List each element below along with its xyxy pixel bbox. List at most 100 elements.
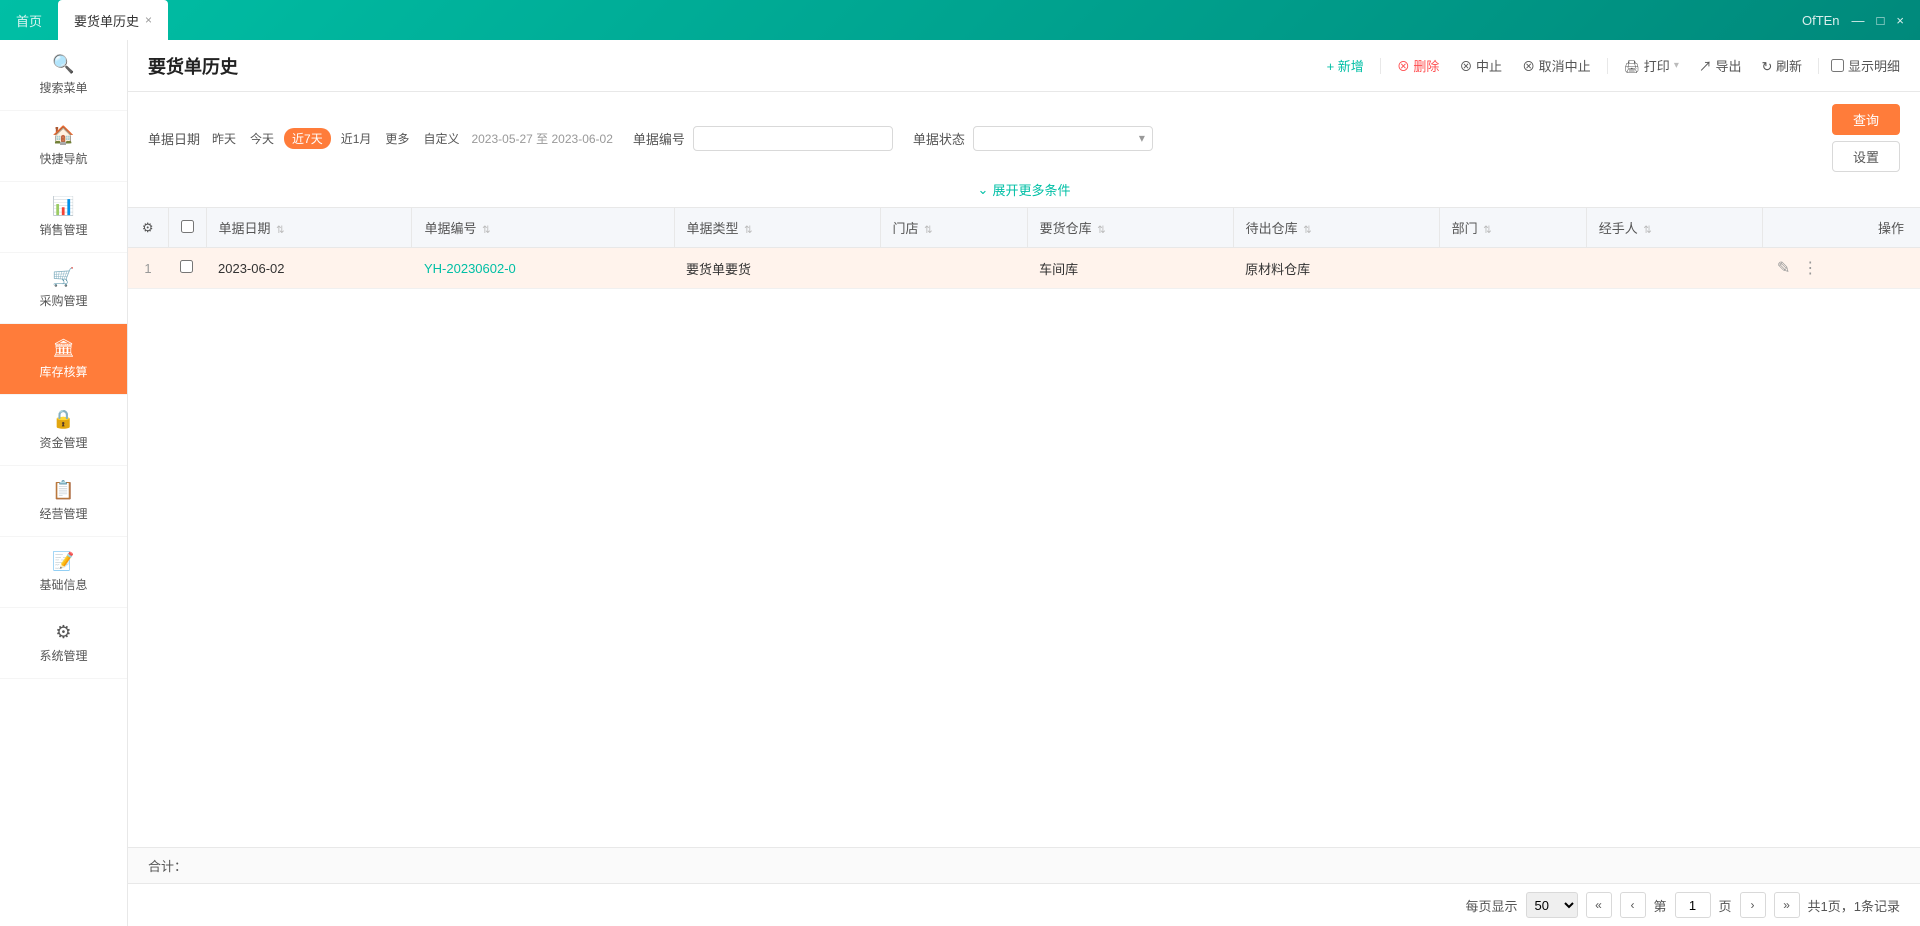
col-store[interactable]: 门店 ⇅ bbox=[880, 208, 1027, 248]
data-table: ⚙ 单据日期 ⇅ 单据编号 ⇅ bbox=[128, 208, 1920, 289]
col-dept[interactable]: 部门 ⇅ bbox=[1439, 208, 1586, 248]
table-body: 1 2023-06-02 YH-20230602-0 要货单要货 车间库 原材料… bbox=[128, 248, 1920, 289]
delete-button[interactable]: ⊗ 删除 bbox=[1393, 52, 1444, 79]
new-button-label: + 新增 bbox=[1327, 56, 1364, 75]
tab-home-label: 首页 bbox=[16, 11, 42, 30]
settings-button[interactable]: 设置 bbox=[1832, 141, 1900, 172]
sidebar-item-basic-info-label: 基础信息 bbox=[39, 576, 87, 593]
doc-num-filter-group: 单据编号 bbox=[633, 126, 893, 151]
sidebar-item-system[interactable]: ⚙ 系统管理 bbox=[0, 608, 127, 679]
stop-button[interactable]: ⊗ 中止 bbox=[1455, 52, 1506, 79]
status-filter-group: 单据状态 bbox=[913, 126, 1153, 151]
operations-icon: 📋 bbox=[52, 480, 74, 501]
col-gear[interactable]: ⚙ bbox=[128, 208, 168, 248]
window-restore-icon[interactable]: □ bbox=[1877, 13, 1885, 28]
toolbar: + 新增 ⊗ 删除 ⊗ 中止 ⊗ 取消中止 🖨 打印 ▾ ↗ bbox=[1323, 52, 1900, 79]
table-header: ⚙ 单据日期 ⇅ 单据编号 ⇅ bbox=[128, 208, 1920, 248]
toolbar-divider-1 bbox=[1380, 58, 1381, 74]
first-page-button[interactable]: « bbox=[1586, 892, 1612, 918]
tab-home[interactable]: 首页 bbox=[0, 0, 58, 40]
tab-order-history[interactable]: 要货单历史 × bbox=[58, 0, 168, 40]
refresh-button-label: ↻ 刷新 bbox=[1761, 56, 1802, 75]
show-detail-checkbox[interactable] bbox=[1831, 59, 1844, 72]
date-shortcut-7days[interactable]: 近7天 bbox=[284, 128, 331, 149]
row-req-warehouse: 车间库 bbox=[1027, 248, 1233, 289]
sidebar-item-sales[interactable]: 📊 销售管理 bbox=[0, 182, 127, 253]
top-bar-right: OfTEn — □ × bbox=[1802, 13, 1920, 28]
date-shortcut-1month[interactable]: 近1月 bbox=[337, 128, 376, 149]
query-button[interactable]: 查询 bbox=[1832, 104, 1900, 135]
row-num: 1 bbox=[128, 248, 168, 289]
sidebar-item-search-menu[interactable]: 🔍 搜索菜单 bbox=[0, 40, 127, 111]
show-detail-checkbox-wrapper[interactable]: 显示明细 bbox=[1831, 56, 1900, 75]
sidebar-item-purchase[interactable]: 🛒 采购管理 bbox=[0, 253, 127, 324]
date-range-display: 2023-05-27 至 2023-06-02 bbox=[471, 130, 612, 147]
sort-doc-date-icon: ⇅ bbox=[276, 225, 284, 236]
doc-num-link[interactable]: YH-20230602-0 bbox=[424, 261, 516, 276]
row-doc-num[interactable]: YH-20230602-0 bbox=[412, 248, 674, 289]
pagination-bar: 每页显示 50 10 20 100 « ‹ 第 页 › » 共1页，1条记录 bbox=[128, 883, 1920, 926]
sort-req-warehouse-icon: ⇅ bbox=[1097, 225, 1105, 236]
date-shortcuts: 昨天 今天 近7天 近1月 更多 自定义 bbox=[208, 128, 463, 149]
new-button[interactable]: + 新增 bbox=[1323, 52, 1368, 79]
date-shortcut-today[interactable]: 今天 bbox=[246, 128, 278, 149]
date-shortcut-more[interactable]: 更多 bbox=[381, 128, 413, 149]
gear-icon: ⚙ bbox=[142, 220, 154, 235]
row-checkbox-cell[interactable] bbox=[168, 248, 206, 289]
sort-doc-num-icon: ⇅ bbox=[482, 225, 490, 236]
row-pending-warehouse: 原材料仓库 bbox=[1233, 248, 1439, 289]
row-checkbox[interactable] bbox=[180, 260, 193, 273]
prev-page-button[interactable]: ‹ bbox=[1620, 892, 1646, 918]
col-doc-num[interactable]: 单据编号 ⇅ bbox=[412, 208, 674, 248]
sidebar-item-basic-info[interactable]: 📝 基础信息 bbox=[0, 537, 127, 608]
row-store bbox=[880, 248, 1027, 289]
col-doc-type[interactable]: 单据类型 ⇅ bbox=[674, 208, 880, 248]
page-input[interactable] bbox=[1675, 892, 1711, 918]
sort-pending-warehouse-icon: ⇅ bbox=[1303, 225, 1311, 236]
sidebar-item-finance[interactable]: 🔒 资金管理 bbox=[0, 395, 127, 466]
sidebar-item-inventory[interactable]: 🏛 库存核算 bbox=[0, 324, 127, 395]
sidebar-item-quick-nav[interactable]: 🏠 快捷导航 bbox=[0, 111, 127, 182]
next-page-button[interactable]: › bbox=[1740, 892, 1766, 918]
per-page-select[interactable]: 50 10 20 100 bbox=[1526, 892, 1578, 918]
date-shortcut-yesterday[interactable]: 昨天 bbox=[208, 128, 240, 149]
sidebar-item-quick-nav-label: 快捷导航 bbox=[39, 150, 87, 167]
date-filter-group: 单据日期 昨天 今天 近7天 近1月 更多 自定义 2023-05-27 至 2… bbox=[148, 128, 613, 149]
cancel-stop-button[interactable]: ⊗ 取消中止 bbox=[1518, 52, 1595, 79]
table-row[interactable]: 1 2023-06-02 YH-20230602-0 要货单要货 车间库 原材料… bbox=[128, 248, 1920, 289]
expand-more-label: 展开更多条件 bbox=[992, 180, 1070, 199]
sidebar-item-operations[interactable]: 📋 经营管理 bbox=[0, 466, 127, 537]
window-minimize-icon[interactable]: — bbox=[1852, 13, 1865, 28]
refresh-button[interactable]: ↻ 刷新 bbox=[1757, 52, 1806, 79]
finance-icon: 🔒 bbox=[52, 409, 74, 430]
sort-doc-type-icon: ⇅ bbox=[744, 225, 752, 236]
row-more-icon[interactable]: ⋮ bbox=[1800, 256, 1820, 280]
col-handler[interactable]: 经手人 ⇅ bbox=[1586, 208, 1763, 248]
date-shortcut-custom[interactable]: 自定义 bbox=[419, 128, 463, 149]
col-req-warehouse[interactable]: 要货仓库 ⇅ bbox=[1027, 208, 1233, 248]
print-button-label: 🖨 打印 bbox=[1624, 56, 1670, 75]
export-button[interactable]: ↗ 导出 bbox=[1695, 52, 1746, 79]
expand-more-button[interactable]: ⌄ 展开更多条件 bbox=[148, 180, 1900, 199]
print-button[interactable]: 🖨 打印 ▾ bbox=[1620, 52, 1683, 79]
toolbar-divider-3 bbox=[1818, 58, 1819, 74]
sidebar-item-system-label: 系统管理 bbox=[39, 647, 87, 664]
table-area: ⚙ 单据日期 ⇅ 单据编号 ⇅ bbox=[128, 208, 1920, 847]
status-select[interactable] bbox=[973, 126, 1153, 151]
expand-more-chevron-icon: ⌄ bbox=[978, 182, 989, 198]
status-label: 单据状态 bbox=[913, 129, 965, 148]
col-doc-date[interactable]: 单据日期 ⇅ bbox=[206, 208, 412, 248]
sidebar-item-search-menu-label: 搜索菜单 bbox=[39, 79, 87, 96]
tab-close-icon[interactable]: × bbox=[145, 13, 152, 27]
content-area: 要货单历史 + 新增 ⊗ 删除 ⊗ 中止 ⊗ 取消中止 🖨 打印 bbox=[128, 40, 1920, 926]
doc-num-input[interactable] bbox=[693, 126, 893, 151]
col-checkbox[interactable] bbox=[168, 208, 206, 248]
sidebar-item-operations-label: 经营管理 bbox=[39, 505, 87, 522]
last-page-button[interactable]: » bbox=[1774, 892, 1800, 918]
inventory-icon: 🏛 bbox=[52, 338, 75, 359]
row-edit-icon[interactable]: ✎ bbox=[1775, 256, 1792, 280]
col-pending-warehouse[interactable]: 待出仓库 ⇅ bbox=[1233, 208, 1439, 248]
sidebar-item-purchase-label: 采购管理 bbox=[39, 292, 87, 309]
window-close-icon[interactable]: × bbox=[1896, 13, 1904, 28]
select-all-checkbox[interactable] bbox=[181, 220, 194, 233]
